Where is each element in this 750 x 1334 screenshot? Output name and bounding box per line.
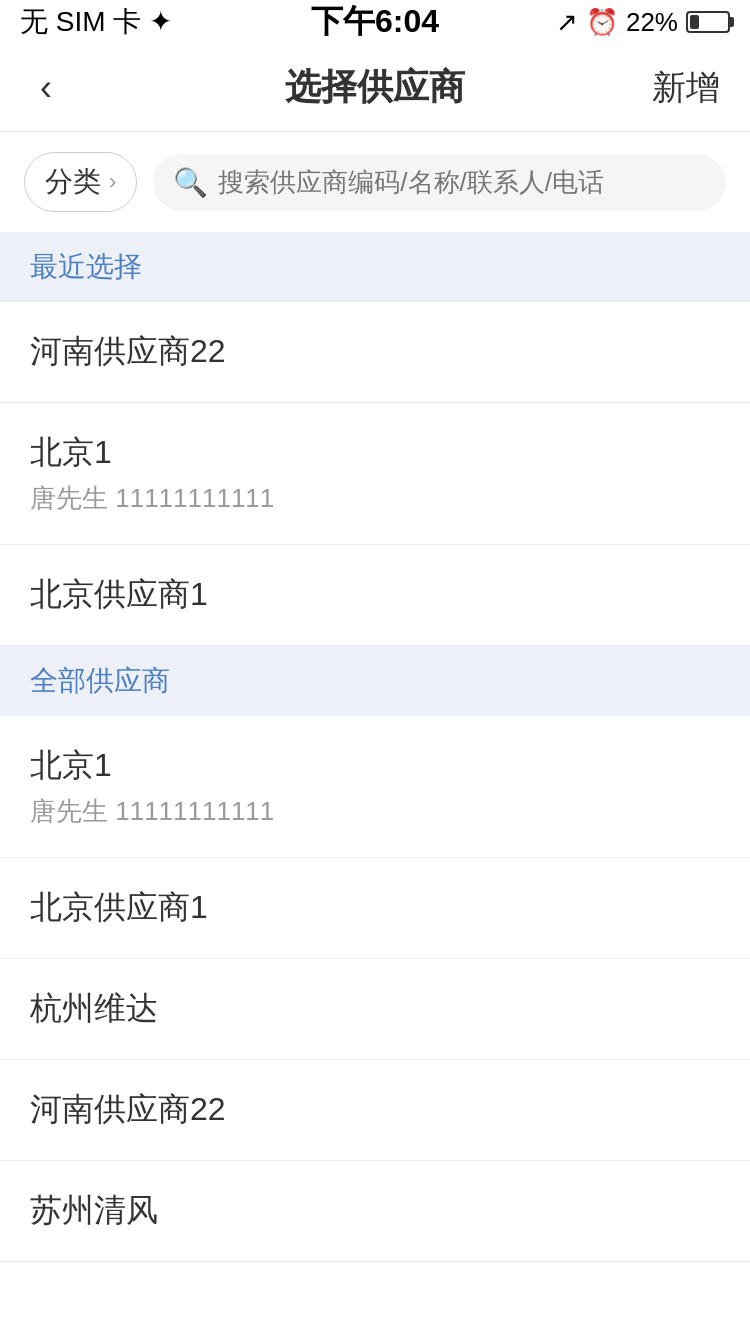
recent-section-label: 最近选择 — [30, 251, 142, 282]
item-sub: 唐先生 11111111111 — [30, 794, 720, 829]
chevron-right-icon: › — [109, 169, 116, 195]
all-section-header: 全部供应商 — [0, 646, 750, 716]
category-filter-button[interactable]: 分类 › — [24, 152, 137, 212]
item-name: 北京供应商1 — [30, 886, 720, 930]
list-item[interactable]: 河南供应商22 — [0, 302, 750, 403]
status-left: 无 SIM 卡 ✦ — [20, 3, 172, 41]
filter-bar: 分类 › 🔍 — [0, 132, 750, 232]
item-name: 杭州维达 — [30, 987, 720, 1031]
search-icon: 🔍 — [173, 166, 208, 199]
search-input[interactable] — [218, 167, 706, 198]
item-name: 苏州清风 — [30, 1189, 720, 1233]
location-icon: ↗ — [556, 7, 578, 38]
alarm-icon: ⏰ — [586, 7, 618, 38]
item-name: 北京供应商1 — [30, 573, 720, 617]
recent-items-list: 河南供应商22 北京1 唐先生 11111111111 北京供应商1 — [0, 302, 750, 646]
add-button[interactable]: 新增 — [652, 65, 720, 111]
item-name: 北京1 — [30, 431, 720, 475]
no-sim-text: 无 SIM 卡 ✦ — [20, 3, 172, 41]
recent-section-header: 最近选择 — [0, 232, 750, 302]
list-item[interactable]: 河南供应商22 — [0, 1060, 750, 1161]
list-item[interactable]: 北京1 唐先生 11111111111 — [0, 403, 750, 545]
list-item[interactable]: 北京1 唐先生 11111111111 — [0, 716, 750, 858]
all-section-label: 全部供应商 — [30, 665, 170, 696]
battery-icon — [686, 11, 730, 33]
list-item[interactable]: 苏州清风 — [0, 1161, 750, 1262]
item-name: 河南供应商22 — [30, 1088, 720, 1132]
search-box: 🔍 — [153, 154, 726, 211]
item-sub: 唐先生 11111111111 — [30, 481, 720, 516]
nav-bar: ‹ 选择供应商 新增 — [0, 44, 750, 132]
category-label: 分类 — [45, 163, 101, 201]
status-right: ↗ ⏰ 22% — [556, 7, 730, 38]
list-item[interactable]: 北京供应商1 — [0, 858, 750, 959]
battery-text: 22% — [626, 7, 678, 38]
all-items-list: 北京1 唐先生 11111111111 北京供应商1 杭州维达河南供应商22 苏州清风 — [0, 716, 750, 1262]
list-item[interactable]: 杭州维达 — [0, 959, 750, 1060]
back-button[interactable]: ‹ — [30, 57, 62, 119]
item-name: 河南供应商22 — [30, 330, 720, 374]
status-bar: 无 SIM 卡 ✦ 下午6:04 ↗ ⏰ 22% — [0, 0, 750, 44]
item-name: 北京1 — [30, 744, 720, 788]
list-item[interactable]: 北京供应商1 — [0, 545, 750, 646]
status-time: 下午6:04 — [311, 0, 439, 44]
page-title: 选择供应商 — [285, 63, 465, 112]
